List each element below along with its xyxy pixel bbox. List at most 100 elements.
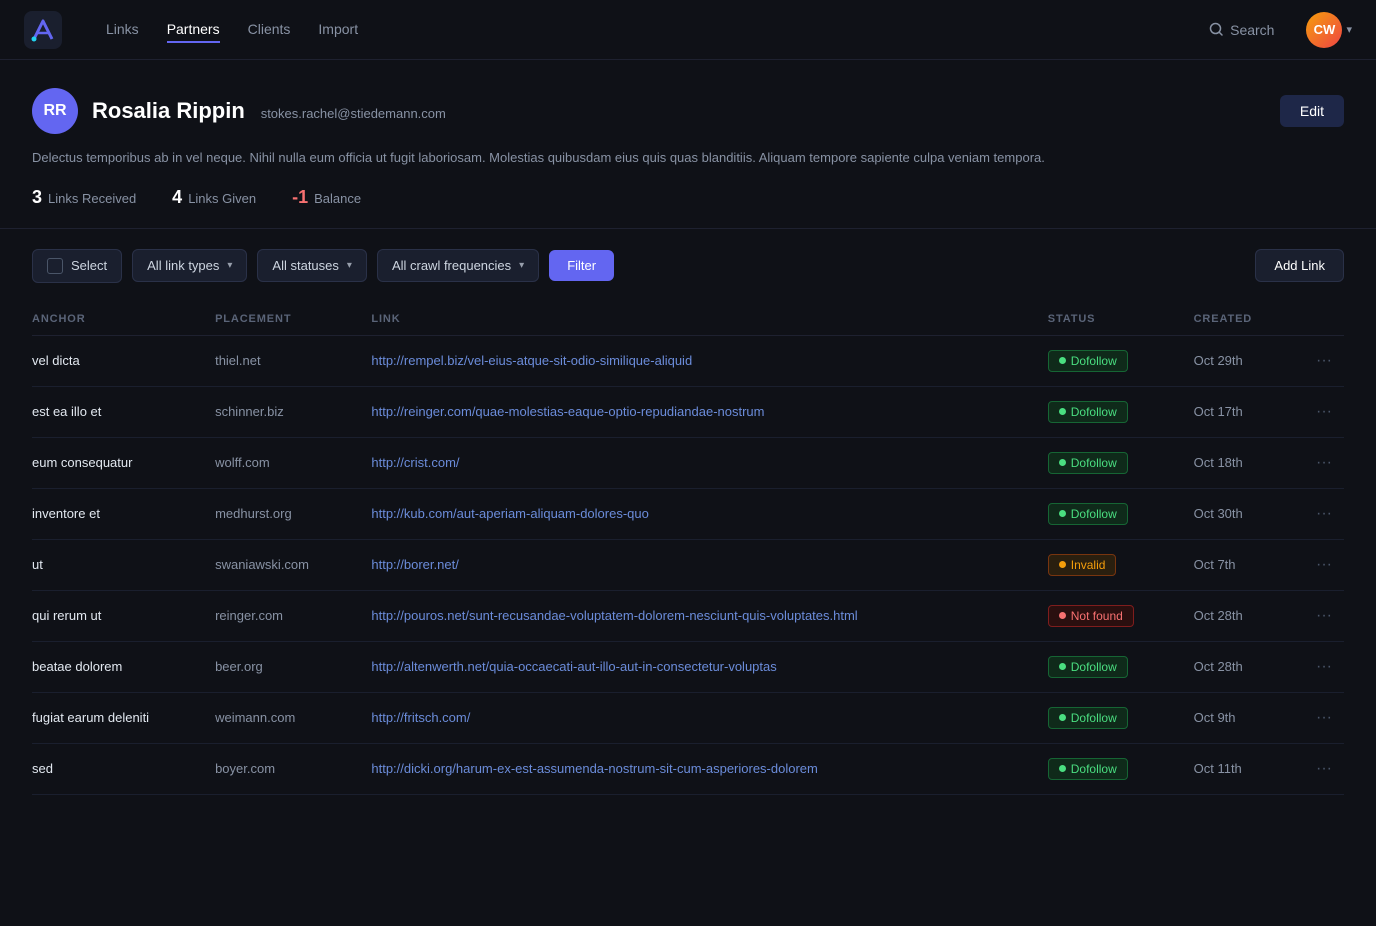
- stat-label: Links Given: [188, 191, 256, 206]
- table-row: vel dicta thiel.net http://rempel.biz/ve…: [32, 335, 1344, 386]
- table-row: ut swaniawski.com http://borer.net/ Inva…: [32, 539, 1344, 590]
- profile-info: RR Rosalia Rippin stokes.rachel@stiedema…: [32, 88, 446, 134]
- cell-anchor: eum consequatur: [32, 437, 203, 488]
- row-actions-button[interactable]: ···: [1291, 437, 1344, 488]
- stat-label: Links Received: [48, 191, 136, 206]
- cell-link: http://pouros.net/sunt-recusandae-volupt…: [359, 590, 1035, 641]
- status-dot: [1059, 408, 1066, 415]
- status-badge: Dofollow: [1048, 503, 1128, 525]
- profile-avatar: RR: [32, 88, 78, 134]
- cell-created: Oct 9th: [1182, 692, 1291, 743]
- cell-created: Oct 18th: [1182, 437, 1291, 488]
- cell-status: Dofollow: [1036, 437, 1182, 488]
- status-badge: Dofollow: [1048, 707, 1128, 729]
- links-table-container: ANCHOR PLACEMENT LINK STATUS CREATED vel…: [0, 303, 1376, 795]
- table-row: eum consequatur wolff.com http://crist.c…: [32, 437, 1344, 488]
- chevron-down-icon: ▾: [519, 260, 524, 271]
- cell-link: http://kub.com/aut-aperiam-aliquam-dolor…: [359, 488, 1035, 539]
- status-dot: [1059, 510, 1066, 517]
- status-badge: Invalid: [1048, 554, 1117, 576]
- add-link-button[interactable]: Add Link: [1255, 249, 1344, 282]
- select-button[interactable]: Select: [32, 249, 122, 283]
- col-placement: PLACEMENT: [203, 303, 359, 336]
- status-badge: Dofollow: [1048, 452, 1128, 474]
- cell-created: Oct 28th: [1182, 590, 1291, 641]
- status-label: Dofollow: [1071, 354, 1117, 368]
- cell-link: http://fritsch.com/: [359, 692, 1035, 743]
- cell-status: Dofollow: [1036, 386, 1182, 437]
- status-badge: Not found: [1048, 605, 1134, 627]
- statuses-label: All statuses: [272, 258, 338, 273]
- stat-number: -1: [292, 187, 308, 208]
- status-label: Dofollow: [1071, 405, 1117, 419]
- cell-link: http://borer.net/: [359, 539, 1035, 590]
- cell-link: http://reinger.com/quae-molestias-eaque-…: [359, 386, 1035, 437]
- cell-status: Dofollow: [1036, 641, 1182, 692]
- status-label: Dofollow: [1071, 660, 1117, 674]
- row-actions-button[interactable]: ···: [1291, 488, 1344, 539]
- link-types-dropdown[interactable]: All link types ▾: [132, 249, 247, 282]
- cell-placement: reinger.com: [203, 590, 359, 641]
- filter-button[interactable]: Filter: [549, 250, 614, 281]
- row-actions-button[interactable]: ···: [1291, 641, 1344, 692]
- cell-placement: beer.org: [203, 641, 359, 692]
- profile-name: Rosalia Rippin: [92, 98, 245, 123]
- profile-name-group: Rosalia Rippin stokes.rachel@stiedemann.…: [92, 98, 446, 124]
- user-menu[interactable]: CW ▾: [1306, 12, 1352, 48]
- cell-anchor: qui rerum ut: [32, 590, 203, 641]
- row-actions-button[interactable]: ···: [1291, 335, 1344, 386]
- cell-created: Oct 11th: [1182, 743, 1291, 794]
- row-actions-button[interactable]: ···: [1291, 692, 1344, 743]
- cell-anchor: beatae dolorem: [32, 641, 203, 692]
- avatar: CW: [1306, 12, 1342, 48]
- status-label: Not found: [1071, 609, 1123, 623]
- status-dot: [1059, 714, 1066, 721]
- status-badge: Dofollow: [1048, 401, 1128, 423]
- status-dot: [1059, 765, 1066, 772]
- table-row: qui rerum ut reinger.com http://pouros.n…: [32, 590, 1344, 641]
- profile-description: Delectus temporibus ab in vel neque. Nih…: [32, 148, 1132, 169]
- crawl-freq-label: All crawl frequencies: [392, 258, 511, 273]
- crawl-freq-dropdown[interactable]: All crawl frequencies ▾: [377, 249, 539, 282]
- row-actions-button[interactable]: ···: [1291, 386, 1344, 437]
- table-row: beatae dolorem beer.org http://altenwert…: [32, 641, 1344, 692]
- nav-links-item[interactable]: Links: [106, 17, 139, 43]
- search-button[interactable]: Search: [1209, 22, 1274, 38]
- cell-status: Dofollow: [1036, 692, 1182, 743]
- stat-balance: -1 Balance: [292, 187, 361, 208]
- status-badge: Dofollow: [1048, 350, 1128, 372]
- nav-partners-item[interactable]: Partners: [167, 17, 220, 43]
- cell-placement: wolff.com: [203, 437, 359, 488]
- cell-created: Oct 28th: [1182, 641, 1291, 692]
- stat-number: 4: [172, 187, 182, 208]
- cell-anchor: fugiat earum deleniti: [32, 692, 203, 743]
- profile-stats: 3 Links Received 4 Links Given -1 Balanc…: [32, 187, 1344, 208]
- nav-clients-item[interactable]: Clients: [248, 17, 291, 43]
- profile-header: RR Rosalia Rippin stokes.rachel@stiedema…: [32, 88, 1344, 134]
- select-checkbox[interactable]: [47, 258, 63, 274]
- cell-status: Dofollow: [1036, 335, 1182, 386]
- statuses-dropdown[interactable]: All statuses ▾: [257, 249, 367, 282]
- cell-status: Dofollow: [1036, 488, 1182, 539]
- row-actions-button[interactable]: ···: [1291, 590, 1344, 641]
- cell-created: Oct 30th: [1182, 488, 1291, 539]
- cell-placement: boyer.com: [203, 743, 359, 794]
- profile-section: RR Rosalia Rippin stokes.rachel@stiedema…: [0, 60, 1376, 229]
- status-label: Dofollow: [1071, 507, 1117, 521]
- cell-created: Oct 29th: [1182, 335, 1291, 386]
- row-actions-button[interactable]: ···: [1291, 539, 1344, 590]
- table-row: fugiat earum deleniti weimann.com http:/…: [32, 692, 1344, 743]
- status-badge: Dofollow: [1048, 758, 1128, 780]
- table-row: sed boyer.com http://dicki.org/harum-ex-…: [32, 743, 1344, 794]
- link-types-label: All link types: [147, 258, 219, 273]
- nav-import-item[interactable]: Import: [318, 17, 358, 43]
- stat-label: Balance: [314, 191, 361, 206]
- cell-placement: thiel.net: [203, 335, 359, 386]
- cell-anchor: ut: [32, 539, 203, 590]
- cell-placement: weimann.com: [203, 692, 359, 743]
- edit-button[interactable]: Edit: [1280, 95, 1344, 127]
- table-header-row: ANCHOR PLACEMENT LINK STATUS CREATED: [32, 303, 1344, 336]
- row-actions-button[interactable]: ···: [1291, 743, 1344, 794]
- cell-link: http://rempel.biz/vel-eius-atque-sit-odi…: [359, 335, 1035, 386]
- cell-placement: medhurst.org: [203, 488, 359, 539]
